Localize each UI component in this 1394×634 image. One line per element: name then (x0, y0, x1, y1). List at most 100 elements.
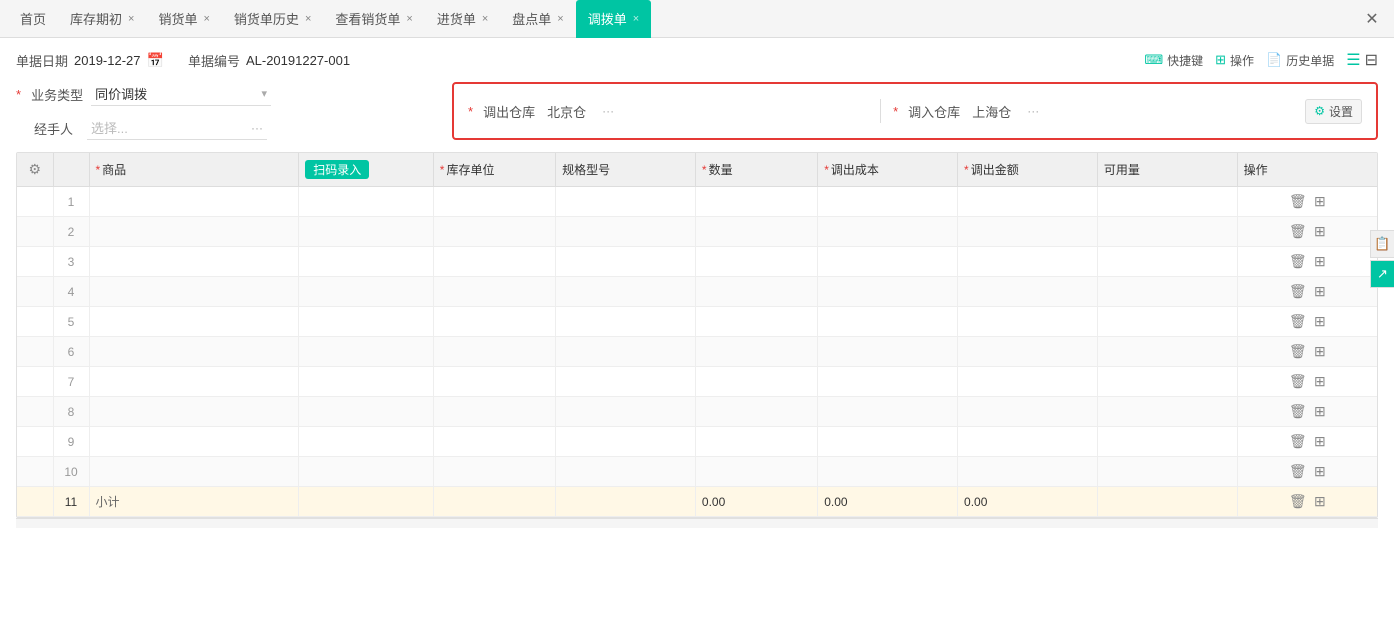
side-link-icon[interactable]: ↗ (1370, 260, 1394, 288)
tab-sales-history-close[interactable]: × (305, 13, 311, 25)
row-copy-icon[interactable]: ⊞ (1314, 343, 1326, 359)
row-goods-cell[interactable] (89, 247, 299, 277)
row-goods-cell[interactable] (89, 457, 299, 487)
tab-transfer-close[interactable]: × (633, 13, 639, 25)
tab-home[interactable]: 首页 (8, 0, 58, 38)
person-select[interactable]: 选择... ··· (87, 116, 267, 140)
row-unit-cell (433, 457, 555, 487)
row-delete-icon[interactable]: 🗑 (1289, 403, 1307, 419)
person-label: 经手人 (34, 119, 73, 138)
row-goods-cell[interactable] (89, 427, 299, 457)
row-delete-icon[interactable]: 🗑 (1289, 433, 1307, 449)
row-goods-cell[interactable] (89, 397, 299, 427)
scroll-area[interactable] (16, 518, 1378, 528)
side-note-icon[interactable]: 📋 (1370, 230, 1394, 258)
row-goods-cell[interactable] (89, 277, 299, 307)
row-goods-cell[interactable] (89, 187, 299, 217)
row-copy-icon[interactable]: ⊞ (1314, 433, 1326, 449)
row-qty-cell (695, 307, 817, 337)
row-delete-icon[interactable]: 🗑 (1289, 313, 1307, 329)
warehouse-divider (880, 99, 881, 123)
row-setting-cell (17, 247, 53, 277)
row-avail-cell (1097, 187, 1237, 217)
tab-transfer[interactable]: 调拨单 × (576, 0, 651, 38)
row-setting-cell (17, 337, 53, 367)
tab-sales-order[interactable]: 销货单 × (146, 0, 221, 38)
row-scan-cell (299, 217, 434, 247)
row-delete-icon[interactable]: 🗑 (1289, 253, 1307, 269)
window-close-button[interactable]: ✕ (1358, 5, 1386, 33)
grid-view-button[interactable]: ⊟ (1365, 50, 1378, 70)
row-copy-icon[interactable]: ⊞ (1314, 313, 1326, 329)
row-delete-icon[interactable]: 🗑 (1289, 193, 1307, 209)
person-dots-btn[interactable]: ··· (251, 121, 263, 135)
row-cost-cell (818, 427, 958, 457)
out-warehouse-dots[interactable]: ··· (602, 104, 614, 118)
row-scan-cell (299, 247, 434, 277)
subtotal-copy-icon[interactable]: ⊞ (1314, 493, 1326, 509)
row-goods-cell[interactable] (89, 337, 299, 367)
row-copy-icon[interactable]: ⊞ (1314, 223, 1326, 239)
row-avail-cell (1097, 217, 1237, 247)
row-copy-icon[interactable]: ⊞ (1314, 463, 1326, 479)
row-goods-cell[interactable] (89, 307, 299, 337)
biz-type-select[interactable]: 同价调拨 ▾ (91, 82, 271, 106)
row-copy-icon[interactable]: ⊞ (1314, 193, 1326, 209)
list-view-button[interactable]: ☰ (1346, 50, 1360, 70)
row-scan-cell (299, 337, 434, 367)
row-amount-cell (958, 217, 1098, 247)
row-avail-cell (1097, 277, 1237, 307)
shortcuts-button[interactable]: ⌨ 快捷键 (1144, 52, 1203, 69)
tab-purchase-order-close[interactable]: × (482, 13, 488, 25)
table-gear-icon[interactable]: ⚙ (23, 161, 47, 178)
header-row: 单据日期 2019-12-27 📅 单据编号 AL-20191227-001 ⌨… (16, 50, 1378, 70)
row-delete-icon[interactable]: 🗑 (1289, 223, 1307, 239)
tab-stocktake-close[interactable]: × (557, 13, 563, 25)
in-warehouse-dots[interactable]: ··· (1027, 104, 1039, 118)
row-avail-cell (1097, 247, 1237, 277)
row-qty-cell (695, 217, 817, 247)
tab-inventory-init-close[interactable]: × (128, 13, 134, 25)
tab-view-sales-close[interactable]: × (406, 13, 412, 25)
row-copy-icon[interactable]: ⊞ (1314, 283, 1326, 299)
col-ops-header: 操作 (1237, 153, 1377, 187)
row-unit-cell (433, 397, 555, 427)
tab-sales-history[interactable]: 销货单历史 × (222, 0, 323, 38)
form-section: * 业务类型 同价调拨 ▾ 经手人 选择... ··· * 调出仓库 北京仓 (16, 82, 1378, 140)
subtotal-cost-cell: 0.00 (818, 487, 958, 517)
settings-gear-icon: ⚙ (1314, 104, 1325, 118)
row-copy-icon[interactable]: ⊞ (1314, 253, 1326, 269)
row-unit-cell (433, 217, 555, 247)
row-spec-cell (556, 307, 696, 337)
row-goods-cell[interactable] (89, 367, 299, 397)
tab-stocktake[interactable]: 盘点单 × (500, 0, 575, 38)
row-scan-cell (299, 307, 434, 337)
row-copy-icon[interactable]: ⊞ (1314, 403, 1326, 419)
col-num-header (53, 153, 89, 187)
row-delete-icon[interactable]: 🗑 (1289, 373, 1307, 389)
row-delete-icon[interactable]: 🗑 (1289, 343, 1307, 359)
operations-button[interactable]: ⊞ 操作 (1215, 52, 1254, 69)
settings-button[interactable]: ⚙ 设置 (1305, 99, 1362, 124)
table-row: 6 🗑 ⊞ (17, 337, 1377, 367)
tab-purchase-order[interactable]: 进货单 × (425, 0, 500, 38)
row-cost-cell (818, 367, 958, 397)
row-delete-icon[interactable]: 🗑 (1289, 463, 1307, 479)
tab-view-sales[interactable]: 查看销货单 × (323, 0, 424, 38)
tab-inventory-init[interactable]: 库存期初 × (58, 0, 146, 38)
in-warehouse-required: * (893, 104, 898, 119)
scan-button[interactable]: 扫码录入 (305, 160, 369, 179)
tab-sales-history-label: 销货单历史 (234, 9, 299, 28)
row-copy-icon[interactable]: ⊞ (1314, 373, 1326, 389)
row-cost-cell (818, 457, 958, 487)
subtotal-spec-cell (556, 487, 696, 517)
row-setting-cell (17, 457, 53, 487)
calendar-icon[interactable]: 📅 (147, 52, 164, 69)
tab-sales-order-close[interactable]: × (203, 13, 209, 25)
row-goods-cell[interactable] (89, 217, 299, 247)
history-button[interactable]: 📄 历史单据 (1266, 52, 1334, 69)
subtotal-delete-icon[interactable]: 🗑 (1289, 493, 1307, 509)
row-delete-icon[interactable]: 🗑 (1289, 283, 1307, 299)
row-spec-cell (556, 397, 696, 427)
row-setting-cell (17, 217, 53, 247)
